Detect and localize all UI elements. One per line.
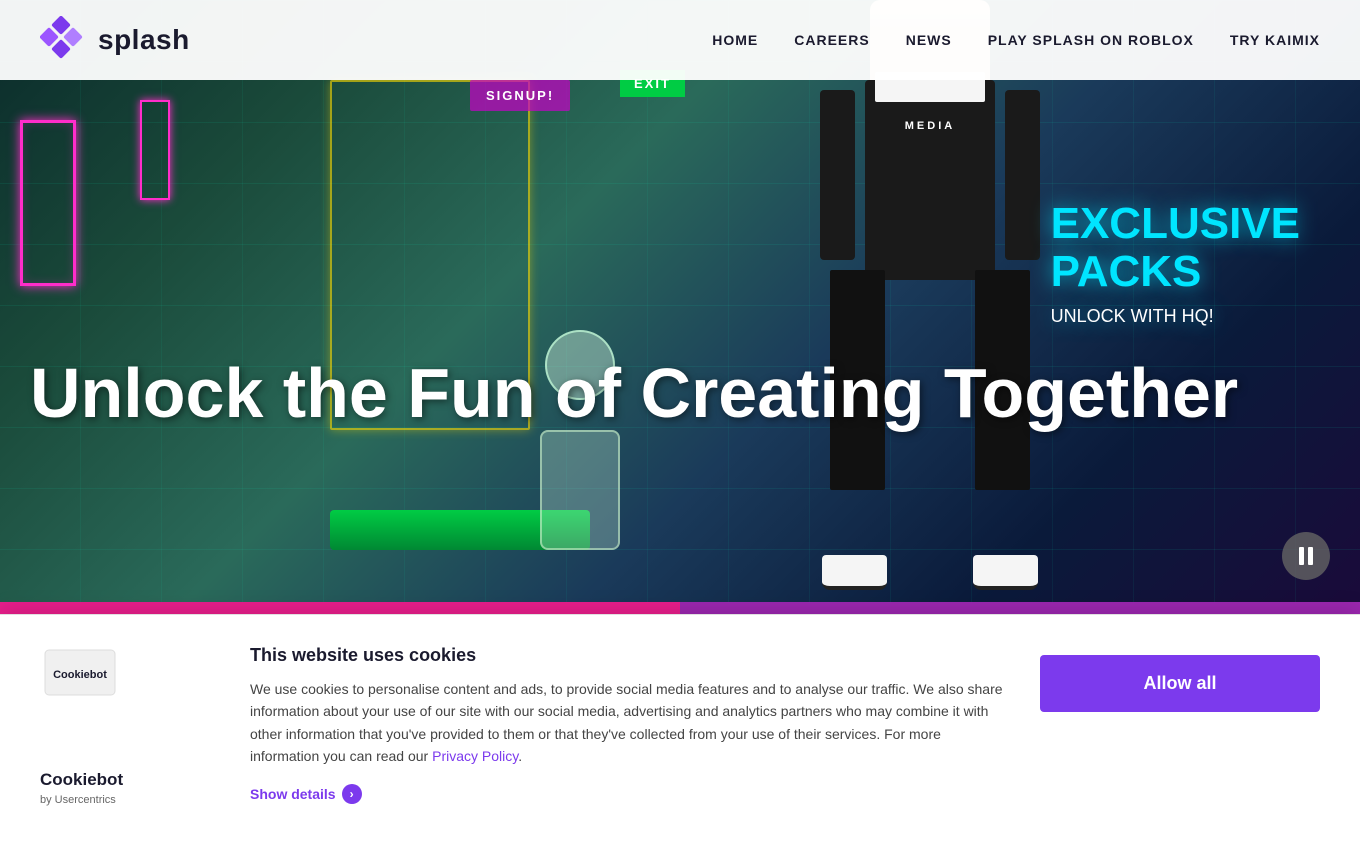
gradient-band <box>0 602 1360 614</box>
cookie-body-text: We use cookies to personalise content an… <box>250 681 1003 764</box>
char-shoe-left <box>822 555 887 590</box>
cookie-body-end: . <box>518 748 522 764</box>
pause-icon <box>1299 547 1313 565</box>
nav-home[interactable]: HOME <box>712 32 758 48</box>
pause-bar-left <box>1299 547 1304 565</box>
neon-decoration-1 <box>140 100 170 200</box>
exclusive-packs-label: EXCLUSIVE PACKS Unlock with HQ! <box>1051 200 1300 327</box>
hero-headline: Unlock the Fun of Creating Together <box>30 357 1360 431</box>
navigation: HOME CAREERS NEWS PLAY SPLASH ON ROBLOX … <box>712 32 1320 48</box>
cookie-title: This website uses cookies <box>250 645 1010 666</box>
unlock-label: Unlock with HQ! <box>1051 307 1300 327</box>
cookie-banner: Cookiebot Cookiebot by Usercentrics This… <box>0 614 1360 859</box>
cookie-description: We use cookies to personalise content an… <box>250 678 1010 768</box>
show-details-label: Show details <box>250 786 336 802</box>
char-torso <box>865 80 995 280</box>
cookiebot-sub-text: by Usercentrics <box>40 794 116 806</box>
nav-careers[interactable]: CAREERS <box>794 32 869 48</box>
nav-news[interactable]: NEWS <box>906 32 952 48</box>
cookiebot-icon: Cookiebot <box>40 645 120 700</box>
splash-logo-icon <box>40 16 88 64</box>
cookiebot-branding: Cookiebot Cookiebot by Usercentrics <box>40 645 220 806</box>
logo-text: splash <box>98 24 190 56</box>
chevron-right-icon: › <box>342 784 362 804</box>
pause-bar-right <box>1308 547 1313 565</box>
hero-section: SIGNUP! EXIT MEDIA EXCLUSIVE <box>0 0 1360 610</box>
cookie-actions: Show details › <box>250 784 1010 804</box>
char-arm-left <box>820 90 855 260</box>
chibi-body <box>540 430 620 550</box>
cookie-cta-area: Allow all <box>1040 645 1320 712</box>
character-area: MEDIA <box>800 0 1060 600</box>
cookiebot-brand-name: Cookiebot <box>40 770 123 790</box>
cookie-content: This website uses cookies We use cookies… <box>250 645 1010 804</box>
nav-play-roblox[interactable]: PLAY SPLASH ON ROBLOX <box>988 32 1194 48</box>
signup-sign: SIGNUP! <box>470 80 570 111</box>
allow-all-button[interactable]: Allow all <box>1040 655 1320 712</box>
media-label: MEDIA <box>905 120 955 132</box>
svg-text:Cookiebot: Cookiebot <box>53 669 107 681</box>
privacy-policy-link[interactable]: Privacy Policy <box>432 748 518 764</box>
pause-button[interactable] <box>1282 532 1330 580</box>
char-arm-right <box>1005 90 1040 260</box>
logo-area[interactable]: splash <box>40 16 190 64</box>
packs-label: PACKS <box>1051 248 1300 296</box>
char-shoe-right <box>973 555 1038 590</box>
header: splash HOME CAREERS NEWS PLAY SPLASH ON … <box>0 0 1360 80</box>
cookiebot-logo: Cookiebot by Usercentrics <box>40 770 123 806</box>
show-details-button[interactable]: Show details › <box>250 784 362 804</box>
exclusive-label: EXCLUSIVE <box>1051 200 1300 248</box>
nav-try-kaimix[interactable]: TRY KAIMIX <box>1230 32 1320 48</box>
hero-background: SIGNUP! EXIT MEDIA EXCLUSIVE <box>0 0 1360 610</box>
